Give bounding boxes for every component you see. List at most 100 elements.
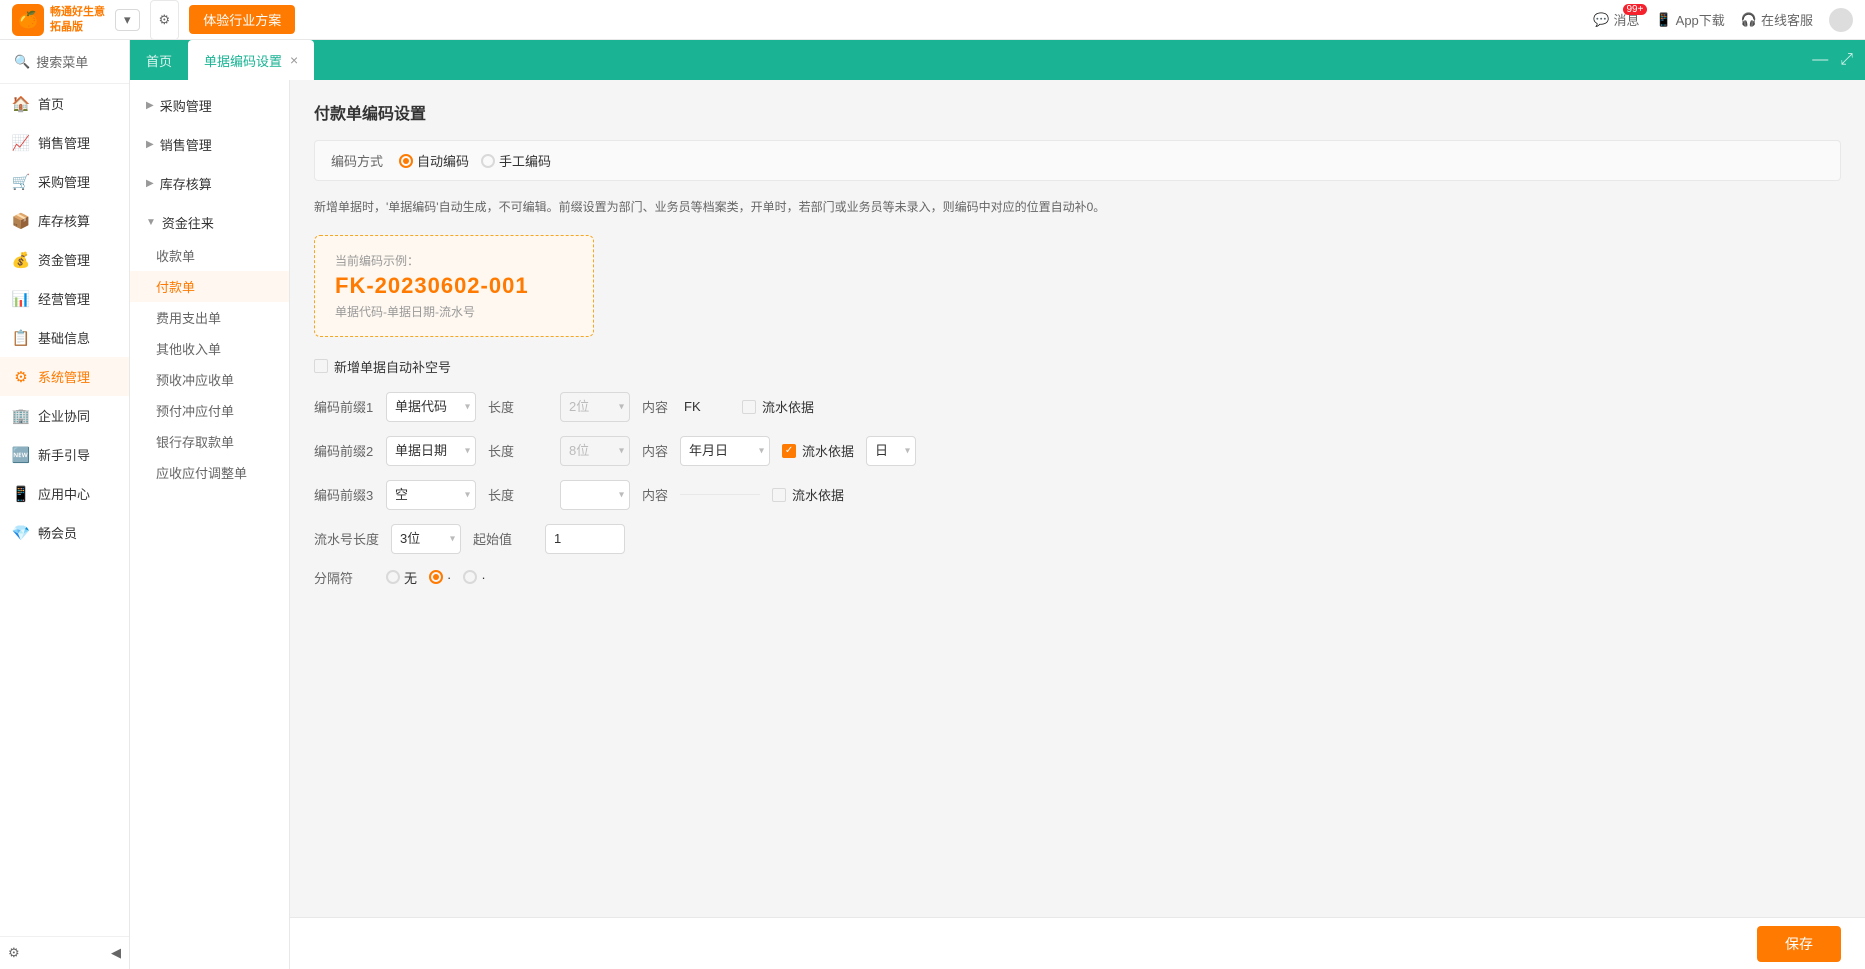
sub-item-yinhang[interactable]: 银行存取款单 xyxy=(130,426,289,457)
sidebar-item-newguide[interactable]: 🆕 新手引导 xyxy=(0,435,129,474)
sidebar-item-enterprise[interactable]: 🏢 企业协同 xyxy=(0,396,129,435)
radio-manual[interactable]: 手工编码 xyxy=(481,151,551,170)
prefix2-select[interactable]: 单据日期 xyxy=(386,436,476,466)
purchase-icon: 🛒 xyxy=(12,173,30,191)
prefix2-length-label: 长度 xyxy=(488,441,548,460)
prefix2-serial-check[interactable]: ✓ 流水依据 xyxy=(782,441,854,460)
prefix2-serial-label: 流水依据 xyxy=(802,441,854,460)
tab-home[interactable]: 首页 xyxy=(130,40,188,80)
sub-group-sales-title[interactable]: ▶ 销售管理 xyxy=(130,127,289,162)
sep-dot2-option[interactable]: · xyxy=(463,570,485,585)
window-minimize-icon[interactable]: — xyxy=(1808,49,1832,71)
sub-group-finance-label: 资金往来 xyxy=(162,213,214,232)
prefix1-serial-checkbox-icon xyxy=(742,400,756,414)
prefix2-length-select[interactable]: 8位 xyxy=(560,436,630,466)
serial-length-select[interactable]: 3位 xyxy=(391,524,461,554)
sidebar-label-operations: 经营管理 xyxy=(38,289,90,308)
prefix2-content-label: 内容 xyxy=(642,441,668,460)
prefix3-serial-check[interactable]: 流水依据 xyxy=(772,485,844,504)
prefix1-length-wrapper: 2位 ▾ xyxy=(560,392,630,422)
tab-encoding[interactable]: 单据编码设置 × xyxy=(188,40,314,80)
prefix1-length-select[interactable]: 2位 xyxy=(560,392,630,422)
nav-dropdown[interactable]: ▾ xyxy=(115,9,140,31)
prefix2-day-select[interactable]: 日 xyxy=(866,436,916,466)
prefix1-label: 编码前缀1 xyxy=(314,397,374,416)
serial-row: 流水号长度 3位 ▾ 起始值 xyxy=(314,524,1841,554)
auto-fill-checkbox[interactable] xyxy=(314,359,328,373)
system-icon: ⚙ xyxy=(12,368,30,386)
messages-button[interactable]: 💬 消息 99+ xyxy=(1593,10,1639,29)
save-button[interactable]: 保存 xyxy=(1757,926,1841,962)
logo-text: 畅通好生意 拓晶版 xyxy=(50,5,105,34)
tab-close-icon[interactable]: × xyxy=(290,52,298,68)
sep-none-label: 无 xyxy=(404,568,417,587)
logo: 🍊 畅通好生意 拓晶版 xyxy=(12,4,105,36)
sub-item-shoukuan[interactable]: 收款单 xyxy=(130,240,289,271)
sidebar-item-purchase[interactable]: 🛒 采购管理 xyxy=(0,162,129,201)
code-preview-label: 当前编码示例： xyxy=(335,252,573,269)
sub-group-sales: ▶ 销售管理 xyxy=(130,127,289,162)
prefix3-serial-label: 流水依据 xyxy=(792,485,844,504)
sidebar-label-inventory: 库存核算 xyxy=(38,211,90,230)
prefix3-length-select[interactable] xyxy=(560,480,630,510)
sidebar-item-operations[interactable]: 📊 经营管理 xyxy=(0,279,129,318)
message-badge: 99+ xyxy=(1623,4,1648,15)
apps-icon: 📱 xyxy=(12,485,30,503)
sub-group-finance-title[interactable]: ▼ 资金往来 xyxy=(130,205,289,240)
sep-dot-option[interactable]: · xyxy=(429,570,451,585)
page-content: 付款单编码设置 编码方式 自动编码 手工编码 xyxy=(290,80,1865,917)
prefix2-content-select[interactable]: 年月日 xyxy=(680,436,770,466)
sep-none-option[interactable]: 无 xyxy=(386,568,417,587)
operations-icon: 📊 xyxy=(12,290,30,308)
prefix3-content-label: 内容 xyxy=(642,485,668,504)
sub-item-feiyong[interactable]: 费用支出单 xyxy=(130,302,289,333)
sep-dot2-label: · xyxy=(481,570,485,585)
online-service-button[interactable]: 🎧 在线客服 xyxy=(1741,10,1813,29)
settings-icon-btn[interactable]: ⚙ xyxy=(150,0,180,40)
sub-item-yushou[interactable]: 预收冲应收单 xyxy=(130,364,289,395)
sidebar-item-system[interactable]: ⚙ 系统管理 xyxy=(0,357,129,396)
sub-group-purchase-title[interactable]: ▶ 采购管理 xyxy=(130,88,289,123)
prefix1-content-label: 内容 xyxy=(642,397,668,416)
sidebar-label-apps: 应用中心 xyxy=(38,484,90,503)
tab-bar: 首页 单据编码设置 × — ⤢ xyxy=(130,40,1865,80)
arrow-purchase-icon: ▶ xyxy=(146,100,154,111)
prefix3-label: 编码前缀3 xyxy=(314,485,374,504)
message-icon: 💬 xyxy=(1593,12,1609,28)
prefix1-select[interactable]: 单据代码 xyxy=(386,392,476,422)
app-download-button[interactable]: 📱 App下载 xyxy=(1655,10,1724,29)
trial-button[interactable]: 体验行业方案 xyxy=(189,5,295,34)
sub-group-inventory-title[interactable]: ▶ 库存核算 xyxy=(130,166,289,201)
prefix1-serial-check[interactable]: 流水依据 xyxy=(742,397,814,416)
sidebar-item-basic[interactable]: 📋 基础信息 xyxy=(0,318,129,357)
radio-auto[interactable]: 自动编码 xyxy=(399,151,469,170)
sidebar-collapse-icon[interactable]: ◀ xyxy=(111,945,121,961)
sidebar-item-inventory[interactable]: 📦 库存核算 xyxy=(0,201,129,240)
prefix1-content-value: FK xyxy=(680,399,730,414)
sidebar-item-finance[interactable]: 💰 资金管理 xyxy=(0,240,129,279)
sidebar-label-newguide: 新手引导 xyxy=(38,445,90,464)
sidebar-item-vip[interactable]: 💎 畅会员 xyxy=(0,513,129,552)
window-maximize-icon[interactable]: ⤢ xyxy=(1836,49,1857,71)
sub-item-fukuan[interactable]: 付款单 xyxy=(130,271,289,302)
sub-item-yufu[interactable]: 预付冲应付单 xyxy=(130,395,289,426)
sidebar-item-home[interactable]: 🏠 首页 xyxy=(0,84,129,123)
gear-icon: ⚙ xyxy=(159,12,171,28)
enterprise-icon: 🏢 xyxy=(12,407,30,425)
top-bar-right: 💬 消息 99+ 📱 App下载 🎧 在线客服 xyxy=(1593,8,1853,32)
prefix3-select[interactable]: 空 xyxy=(386,480,476,510)
avatar[interactable] xyxy=(1829,8,1853,32)
sidebar-item-sales[interactable]: 📈 销售管理 xyxy=(0,123,129,162)
sub-item-yingshou[interactable]: 应收应付调整单 xyxy=(130,457,289,488)
sidebar-item-apps[interactable]: 📱 应用中心 xyxy=(0,474,129,513)
vip-icon: 💎 xyxy=(12,524,30,542)
sub-group-sales-label: 销售管理 xyxy=(160,135,212,154)
sidebar-settings-icon[interactable]: ⚙ xyxy=(8,945,20,961)
radio-auto-dot xyxy=(399,154,413,168)
search-menu-button[interactable]: 🔍 搜索菜单 xyxy=(8,48,121,75)
serial-length-wrapper: 3位 ▾ xyxy=(391,524,461,554)
prefix1-serial-label: 流水依据 xyxy=(762,397,814,416)
encoding-method-row: 编码方式 自动编码 手工编码 xyxy=(314,140,1841,181)
serial-start-input[interactable] xyxy=(545,524,625,554)
sub-item-qitashouru[interactable]: 其他收入单 xyxy=(130,333,289,364)
